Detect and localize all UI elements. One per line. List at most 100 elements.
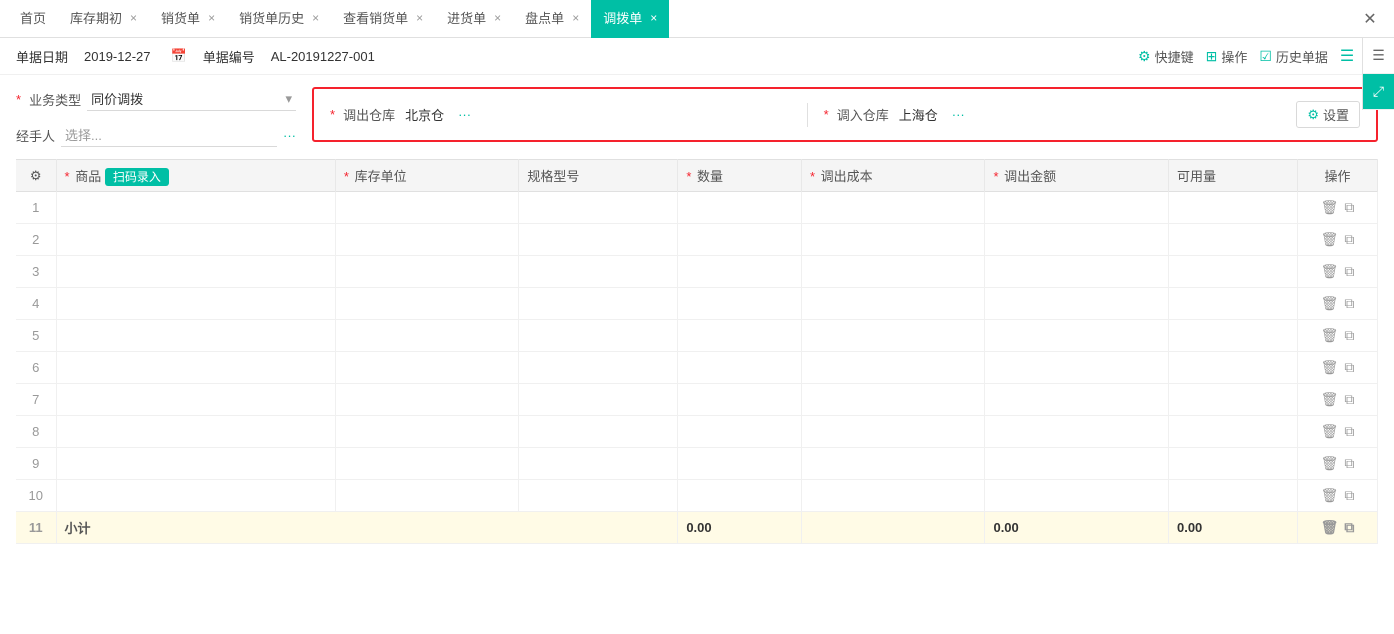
row-cost-4[interactable] (801, 288, 985, 320)
row-spec-1[interactable] (519, 192, 678, 224)
delete-icon-9[interactable]: 🗑 (1321, 455, 1339, 472)
row-cost-2[interactable] (801, 224, 985, 256)
row-product-4[interactable] (56, 288, 335, 320)
operations-button[interactable]: ⊞ 操作 (1206, 47, 1248, 66)
tab-sales-order[interactable]: 销货单 × (149, 0, 227, 38)
row-available-9[interactable] (1168, 448, 1297, 480)
shortcut-button[interactable]: ⚙ 快捷键 (1138, 47, 1194, 66)
warehouse-out-more-icon[interactable]: ··· (458, 107, 471, 122)
row-available-3[interactable] (1168, 256, 1297, 288)
tab-purchase-close[interactable]: × (494, 11, 501, 25)
row-quantity-7[interactable] (678, 384, 802, 416)
tab-inventory-count-close[interactable]: × (572, 11, 579, 25)
row-quantity-1[interactable] (678, 192, 802, 224)
row-available-1[interactable] (1168, 192, 1297, 224)
row-quantity-2[interactable] (678, 224, 802, 256)
row-product-5[interactable] (56, 320, 335, 352)
row-cost-8[interactable] (801, 416, 985, 448)
subtotal-delete-icon[interactable]: 🗑 (1321, 519, 1339, 536)
row-unit-8[interactable] (335, 416, 519, 448)
sidebar-list-icon[interactable]: ☰ (1363, 38, 1394, 74)
row-unit-9[interactable] (335, 448, 519, 480)
tab-sales-history-close[interactable]: × (312, 11, 319, 25)
tab-transfer-close[interactable]: × (650, 11, 657, 25)
row-amount-2[interactable] (985, 224, 1169, 256)
row-available-4[interactable] (1168, 288, 1297, 320)
copy-icon-7[interactable]: ⧉ (1344, 391, 1354, 408)
row-unit-2[interactable] (335, 224, 519, 256)
sidebar-expand-icon[interactable]: ⤢ (1363, 74, 1394, 110)
row-available-10[interactable] (1168, 480, 1297, 512)
row-amount-5[interactable] (985, 320, 1169, 352)
row-unit-5[interactable] (335, 320, 519, 352)
calendar-icon[interactable]: 📅 (171, 48, 187, 64)
delete-icon-3[interactable]: 🗑 (1321, 263, 1339, 280)
row-amount-8[interactable] (985, 416, 1169, 448)
row-product-1[interactable] (56, 192, 335, 224)
row-spec-6[interactable] (519, 352, 678, 384)
tab-view-sales-close[interactable]: × (416, 11, 423, 25)
row-amount-7[interactable] (985, 384, 1169, 416)
row-available-5[interactable] (1168, 320, 1297, 352)
row-product-6[interactable] (56, 352, 335, 384)
copy-icon-6[interactable]: ⧉ (1344, 359, 1354, 376)
row-cost-5[interactable] (801, 320, 985, 352)
layout-button-1[interactable]: ☰ (1340, 46, 1354, 66)
row-product-8[interactable] (56, 416, 335, 448)
row-quantity-8[interactable] (678, 416, 802, 448)
row-spec-8[interactable] (519, 416, 678, 448)
delete-icon-2[interactable]: 🗑 (1321, 231, 1339, 248)
row-quantity-6[interactable] (678, 352, 802, 384)
row-spec-4[interactable] (519, 288, 678, 320)
delete-icon-10[interactable]: 🗑 (1321, 487, 1339, 504)
row-quantity-5[interactable] (678, 320, 802, 352)
row-quantity-4[interactable] (678, 288, 802, 320)
operator-more-icon[interactable]: ··· (283, 128, 296, 143)
row-spec-7[interactable] (519, 384, 678, 416)
settings-button[interactable]: ⚙ 设置 (1296, 101, 1360, 128)
row-product-10[interactable] (56, 480, 335, 512)
row-product-9[interactable] (56, 448, 335, 480)
row-amount-1[interactable] (985, 192, 1169, 224)
row-spec-5[interactable] (519, 320, 678, 352)
delete-icon-1[interactable]: 🗑 (1321, 199, 1339, 216)
tab-inventory-init[interactable]: 库存期初 × (58, 0, 149, 38)
row-product-3[interactable] (56, 256, 335, 288)
row-amount-9[interactable] (985, 448, 1169, 480)
tab-home[interactable]: 首页 (8, 0, 58, 38)
copy-icon-2[interactable]: ⧉ (1344, 231, 1354, 248)
copy-icon-1[interactable]: ⧉ (1344, 199, 1354, 216)
delete-icon-7[interactable]: 🗑 (1321, 391, 1339, 408)
row-amount-3[interactable] (985, 256, 1169, 288)
row-available-8[interactable] (1168, 416, 1297, 448)
row-cost-1[interactable] (801, 192, 985, 224)
row-quantity-9[interactable] (678, 448, 802, 480)
row-cost-7[interactable] (801, 384, 985, 416)
copy-icon-9[interactable]: ⧉ (1344, 455, 1354, 472)
delete-icon-5[interactable]: 🗑 (1321, 327, 1339, 344)
tab-inventory-init-close[interactable]: × (130, 11, 137, 25)
delete-icon-4[interactable]: 🗑 (1321, 295, 1339, 312)
row-amount-6[interactable] (985, 352, 1169, 384)
row-available-7[interactable] (1168, 384, 1297, 416)
row-spec-10[interactable] (519, 480, 678, 512)
operator-select[interactable]: 选择... (61, 123, 277, 147)
delete-icon-8[interactable]: 🗑 (1321, 423, 1339, 440)
row-quantity-10[interactable] (678, 480, 802, 512)
row-cost-10[interactable] (801, 480, 985, 512)
warehouse-in-more-icon[interactable]: ··· (952, 107, 965, 122)
delete-icon-6[interactable]: 🗑 (1321, 359, 1339, 376)
copy-icon-8[interactable]: ⧉ (1344, 423, 1354, 440)
tab-inventory-count[interactable]: 盘点单 × (513, 0, 591, 38)
row-amount-4[interactable] (985, 288, 1169, 320)
row-unit-7[interactable] (335, 384, 519, 416)
row-unit-1[interactable] (335, 192, 519, 224)
row-product-7[interactable] (56, 384, 335, 416)
copy-icon-10[interactable]: ⧉ (1344, 487, 1354, 504)
window-close-button[interactable]: ✕ (1354, 3, 1386, 35)
row-unit-3[interactable] (335, 256, 519, 288)
copy-icon-3[interactable]: ⧉ (1344, 263, 1354, 280)
row-spec-9[interactable] (519, 448, 678, 480)
row-cost-6[interactable] (801, 352, 985, 384)
th-gear[interactable]: ⚙ (16, 160, 56, 192)
